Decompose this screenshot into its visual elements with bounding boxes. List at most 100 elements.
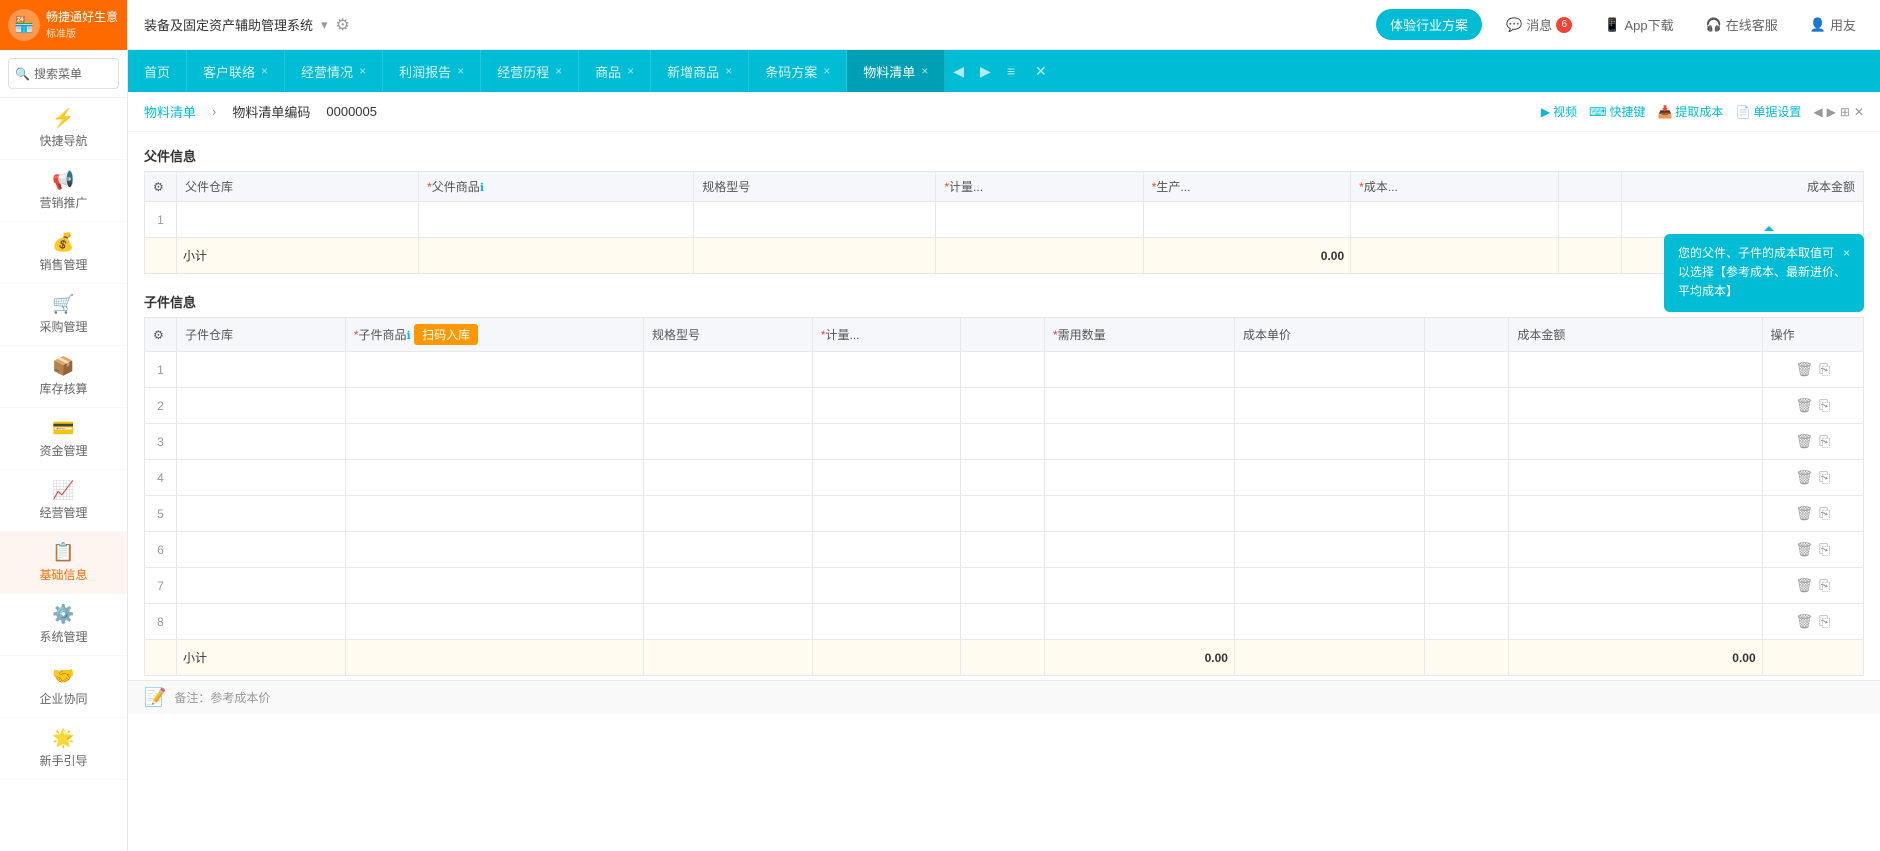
child-row-5-warehouse[interactable] (177, 496, 346, 532)
single-settings-button[interactable]: 📄 单据设置 (1735, 103, 1801, 120)
app-download-button[interactable]: 📱 App下载 (1596, 11, 1681, 38)
tab-bom[interactable]: 物料清单 × (847, 50, 945, 92)
child-row-6-delete-icon[interactable]: 🗑 (1795, 541, 1813, 558)
child-row-5-spec[interactable] (643, 496, 812, 532)
tab-history-close[interactable]: × (555, 64, 562, 78)
child-row-7-qty[interactable] (1045, 568, 1235, 604)
child-row-8-unit[interactable] (812, 604, 960, 640)
tab-customer-close[interactable]: × (261, 64, 268, 78)
child-row-2-copy-icon[interactable]: ⎘ (1819, 397, 1830, 414)
close-tab-icon[interactable]: ✕ (1854, 105, 1864, 119)
tab-customer[interactable]: 客户联络 × (187, 50, 285, 92)
child-row-5-unit[interactable] (812, 496, 960, 532)
nav-left-arrow[interactable]: ◀ (945, 63, 972, 80)
child-row-8-delete-icon[interactable]: 🗑 (1795, 613, 1813, 630)
sidebar-item-enterprise[interactable]: 🤝 企业协同 (0, 656, 127, 718)
child-row-8-qty[interactable] (1045, 604, 1235, 640)
parent-row-1-spec[interactable] (694, 202, 936, 238)
child-row-4-warehouse[interactable] (177, 460, 346, 496)
nav-close-all[interactable]: ✕ (1027, 63, 1055, 80)
tab-goods-close[interactable]: × (627, 64, 634, 78)
sidebar-item-purchase[interactable]: 🛒 采购管理 (0, 284, 127, 346)
sidebar-item-operation[interactable]: 📈 经营管理 (0, 470, 127, 532)
child-row-6-unit-cost[interactable] (1234, 532, 1424, 568)
child-row-6-qty[interactable] (1045, 532, 1235, 568)
child-row-1-product[interactable] (345, 352, 643, 388)
sidebar-item-finance[interactable]: 💳 资金管理 (0, 408, 127, 470)
child-row-7-copy-icon[interactable]: ⎘ (1819, 577, 1830, 594)
child-row-8-copy-icon[interactable]: ⎘ (1819, 613, 1830, 630)
tab-profit[interactable]: 利润报告 × (383, 50, 481, 92)
child-row-5-delete-icon[interactable]: 🗑 (1795, 505, 1813, 522)
child-row-3-copy-icon[interactable]: ⎘ (1819, 433, 1830, 450)
child-row-2-unit-cost[interactable] (1234, 388, 1424, 424)
child-row-1-delete-icon[interactable]: 🗑 (1795, 361, 1813, 378)
child-row-1-copy-icon[interactable]: ⎘ (1819, 361, 1830, 378)
child-row-3-unit-cost[interactable] (1234, 424, 1424, 460)
child-row-6-copy-icon[interactable]: ⎘ (1819, 541, 1830, 558)
parent-row-1-produce[interactable] (1143, 202, 1350, 238)
child-row-4-delete-icon[interactable]: 🗑 (1795, 469, 1813, 486)
message-button[interactable]: 💬 消息 6 (1498, 11, 1580, 38)
child-row-5-qty[interactable] (1045, 496, 1235, 532)
child-row-1-unit[interactable] (812, 352, 960, 388)
trial-button[interactable]: 体验行业方案 (1376, 9, 1482, 40)
tab-operation-status[interactable]: 经营情况 × (285, 50, 383, 92)
sidebar-item-inventory[interactable]: 📦 库存核算 (0, 346, 127, 408)
tab-new-goods[interactable]: 新增商品 × (651, 50, 749, 92)
tab-barcode-close[interactable]: × (823, 64, 830, 78)
child-row-4-unit-cost[interactable] (1234, 460, 1424, 496)
scan-input-button[interactable]: 扫码入库 (414, 324, 478, 345)
parent-row-1-unit[interactable] (936, 202, 1143, 238)
child-row-7-product[interactable] (345, 568, 643, 604)
parent-row-1-warehouse[interactable] (177, 202, 419, 238)
tab-profit-close[interactable]: × (457, 64, 464, 78)
nav-menu-icon[interactable]: ≡ (999, 63, 1023, 79)
tab-new-goods-close[interactable]: × (725, 64, 732, 78)
child-row-8-spec[interactable] (643, 604, 812, 640)
search-menu-button[interactable]: 🔍 搜索菜单 (8, 58, 119, 89)
child-row-1-qty[interactable] (1045, 352, 1235, 388)
sidebar-item-quick-nav[interactable]: ⚡ 快捷导航 (0, 98, 127, 160)
online-service-button[interactable]: 🎧 在线客服 (1698, 11, 1786, 38)
child-row-3-unit[interactable] (812, 424, 960, 460)
child-row-5-copy-icon[interactable]: ⎘ (1819, 505, 1830, 522)
grid-view-icon[interactable]: ⊞ (1840, 105, 1850, 119)
parent-row-1-cost[interactable] (1351, 202, 1558, 238)
sidebar-item-system[interactable]: ⚙️ 系统管理 (0, 594, 127, 656)
child-row-7-spec[interactable] (643, 568, 812, 604)
child-row-8-warehouse[interactable] (177, 604, 346, 640)
child-row-6-spec[interactable] (643, 532, 812, 568)
child-row-4-unit[interactable] (812, 460, 960, 496)
shortcut-button[interactable]: ⌨ 快捷键 (1589, 103, 1645, 120)
tab-history[interactable]: 经营历程 × (481, 50, 579, 92)
child-row-4-qty[interactable] (1045, 460, 1235, 496)
user-button[interactable]: 👤 用友 (1802, 11, 1864, 38)
child-row-6-product[interactable] (345, 532, 643, 568)
sidebar-item-sales[interactable]: 💰 销售管理 (0, 222, 127, 284)
child-row-8-product[interactable] (345, 604, 643, 640)
child-row-6-unit[interactable] (812, 532, 960, 568)
extract-cost-button[interactable]: 📥 提取成本 (1657, 103, 1723, 120)
nav-right-arrow[interactable]: ▶ (972, 63, 999, 80)
child-row-5-unit-cost[interactable] (1234, 496, 1424, 532)
child-row-2-spec[interactable] (643, 388, 812, 424)
child-row-3-delete-icon[interactable]: 🗑 (1795, 433, 1813, 450)
child-row-2-warehouse[interactable] (177, 388, 346, 424)
sidebar-item-guide[interactable]: 🌟 新手引导 (0, 718, 127, 780)
child-row-5-product[interactable] (345, 496, 643, 532)
child-row-7-unit[interactable] (812, 568, 960, 604)
sidebar-item-marketing[interactable]: 📢 营销推广 (0, 160, 127, 222)
tab-goods[interactable]: 商品 × (579, 50, 651, 92)
tooltip-close-button[interactable]: × (1843, 244, 1850, 263)
child-row-8-unit-cost[interactable] (1234, 604, 1424, 640)
child-row-7-delete-icon[interactable]: 🗑 (1795, 577, 1813, 594)
tab-home[interactable]: 首页 (128, 50, 187, 92)
child-row-2-delete-icon[interactable]: 🗑 (1795, 397, 1813, 414)
tab-barcode[interactable]: 条码方案 × (749, 50, 847, 92)
child-row-1-warehouse[interactable] (177, 352, 346, 388)
settings-icon[interactable]: ⚙ (336, 15, 350, 35)
sidebar-item-basic[interactable]: 📋 基础信息 (0, 532, 127, 594)
child-row-1-unit-cost[interactable] (1234, 352, 1424, 388)
child-row-3-qty[interactable] (1045, 424, 1235, 460)
